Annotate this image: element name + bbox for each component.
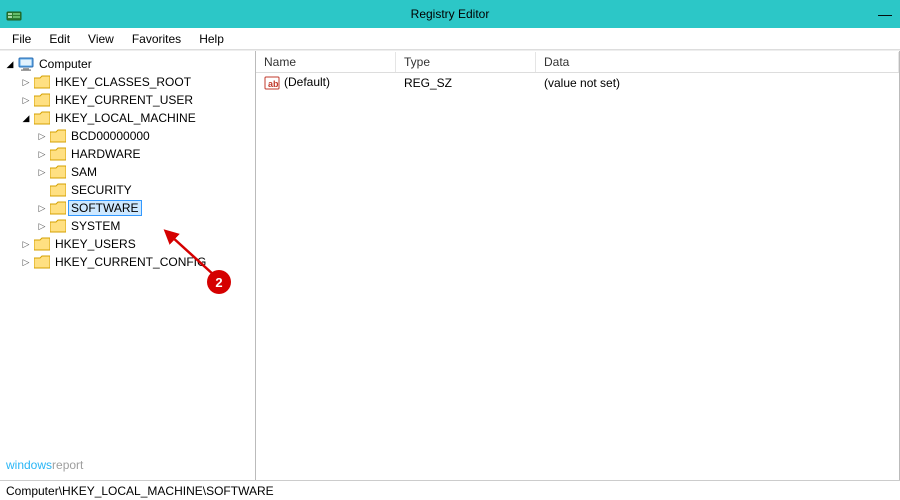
tree-label-selected: SOFTWARE bbox=[68, 200, 142, 216]
folder-icon bbox=[50, 165, 66, 179]
watermark: windowsreport bbox=[2, 454, 253, 476]
minimize-button[interactable]: — bbox=[878, 7, 892, 21]
tree-label: HKEY_CURRENT_USER bbox=[52, 92, 196, 108]
statusbar: Computer\HKEY_LOCAL_MACHINE\SOFTWARE bbox=[0, 480, 900, 500]
tree-item-hku[interactable]: ▷ HKEY_USERS bbox=[20, 235, 253, 253]
expander-icon[interactable]: ▷ bbox=[20, 76, 32, 88]
expander-icon[interactable]: ▷ bbox=[20, 238, 32, 250]
menubar: File Edit View Favorites Help bbox=[0, 28, 900, 50]
tree-label: HARDWARE bbox=[68, 146, 144, 162]
tree-panel: ◢ Computer bbox=[0, 51, 256, 480]
watermark-part1: windows bbox=[6, 458, 52, 472]
expander-icon[interactable]: ▷ bbox=[20, 94, 32, 106]
list-header: Name Type Data bbox=[256, 51, 899, 73]
tree-item-software[interactable]: ▷ SOFTWARE bbox=[36, 199, 253, 217]
tree-label: SAM bbox=[68, 164, 100, 180]
expander-icon[interactable]: ▷ bbox=[36, 202, 48, 214]
folder-icon bbox=[50, 219, 66, 233]
tree-label: HKEY_LOCAL_MACHINE bbox=[52, 110, 199, 126]
menu-edit[interactable]: Edit bbox=[41, 30, 78, 48]
tree-item-hkcc[interactable]: ▷ HKEY_CURRENT_CONFIG bbox=[20, 253, 253, 271]
tree-label: SYSTEM bbox=[68, 218, 123, 234]
value-name: (Default) bbox=[284, 75, 330, 89]
tree-item-sam[interactable]: ▷ SAM bbox=[36, 163, 253, 181]
tree-item-hkcr[interactable]: ▷ HKEY_CLASSES_ROOT bbox=[20, 73, 253, 91]
menu-view[interactable]: View bbox=[80, 30, 122, 48]
folder-icon bbox=[34, 111, 50, 125]
folder-icon bbox=[34, 237, 50, 251]
folder-icon bbox=[50, 183, 66, 197]
expander-spacer bbox=[36, 184, 48, 196]
tree-label: HKEY_CURRENT_CONFIG bbox=[52, 254, 209, 270]
tree-item-computer[interactable]: ◢ Computer bbox=[4, 55, 253, 73]
tree-item-security[interactable]: SECURITY bbox=[36, 181, 253, 199]
registry-tree[interactable]: ◢ Computer bbox=[2, 55, 253, 271]
column-type[interactable]: Type bbox=[396, 52, 536, 72]
cell-type: REG_SZ bbox=[396, 74, 536, 92]
expander-icon[interactable]: ◢ bbox=[4, 58, 16, 70]
folder-icon bbox=[50, 201, 66, 215]
expander-icon[interactable]: ▷ bbox=[36, 130, 48, 142]
tree-item-hkcu[interactable]: ▷ HKEY_CURRENT_USER bbox=[20, 91, 253, 109]
folder-icon bbox=[34, 75, 50, 89]
window-controls: — bbox=[878, 7, 892, 21]
folder-icon bbox=[34, 93, 50, 107]
regedit-icon bbox=[6, 6, 22, 22]
tree-label: SECURITY bbox=[68, 182, 135, 198]
tree-item-system[interactable]: ▷ SYSTEM bbox=[36, 217, 253, 235]
folder-icon bbox=[34, 255, 50, 269]
window-title: Registry Editor bbox=[411, 7, 490, 21]
tree-item-hklm[interactable]: ◢ HKEY_LOCAL_MACHINE bbox=[20, 109, 253, 127]
column-data[interactable]: Data bbox=[536, 52, 899, 72]
watermark-part2: report bbox=[52, 458, 83, 472]
tree-label: HKEY_USERS bbox=[52, 236, 139, 252]
expander-icon[interactable]: ◢ bbox=[20, 112, 32, 124]
cell-data: (value not set) bbox=[536, 74, 899, 92]
expander-icon[interactable]: ▷ bbox=[20, 256, 32, 268]
svg-text:ab: ab bbox=[268, 79, 279, 89]
folder-icon bbox=[50, 129, 66, 143]
content-area: ◢ Computer bbox=[0, 50, 900, 480]
reg-string-icon: ab bbox=[264, 75, 280, 91]
tree-item-hardware[interactable]: ▷ HARDWARE bbox=[36, 145, 253, 163]
menu-favorites[interactable]: Favorites bbox=[124, 30, 189, 48]
expander-icon[interactable]: ▷ bbox=[36, 220, 48, 232]
expander-icon[interactable]: ▷ bbox=[36, 166, 48, 178]
menu-file[interactable]: File bbox=[4, 30, 39, 48]
tree-label: Computer bbox=[36, 56, 95, 72]
computer-icon bbox=[18, 56, 34, 72]
status-path: Computer\HKEY_LOCAL_MACHINE\SOFTWARE bbox=[6, 484, 274, 498]
menu-help[interactable]: Help bbox=[191, 30, 232, 48]
list-row[interactable]: ab (Default) REG_SZ (value not set) bbox=[256, 73, 899, 93]
tree-item-bcd[interactable]: ▷ BCD00000000 bbox=[36, 127, 253, 145]
tree-label: BCD00000000 bbox=[68, 128, 153, 144]
expander-icon[interactable]: ▷ bbox=[36, 148, 48, 160]
folder-icon bbox=[50, 147, 66, 161]
values-list[interactable]: Name Type Data ab (Default) REG_SZ (valu… bbox=[256, 51, 900, 480]
cell-name: ab (Default) bbox=[256, 73, 396, 93]
titlebar: Registry Editor — bbox=[0, 0, 900, 28]
tree-label: HKEY_CLASSES_ROOT bbox=[52, 74, 194, 90]
column-name[interactable]: Name bbox=[256, 52, 396, 72]
